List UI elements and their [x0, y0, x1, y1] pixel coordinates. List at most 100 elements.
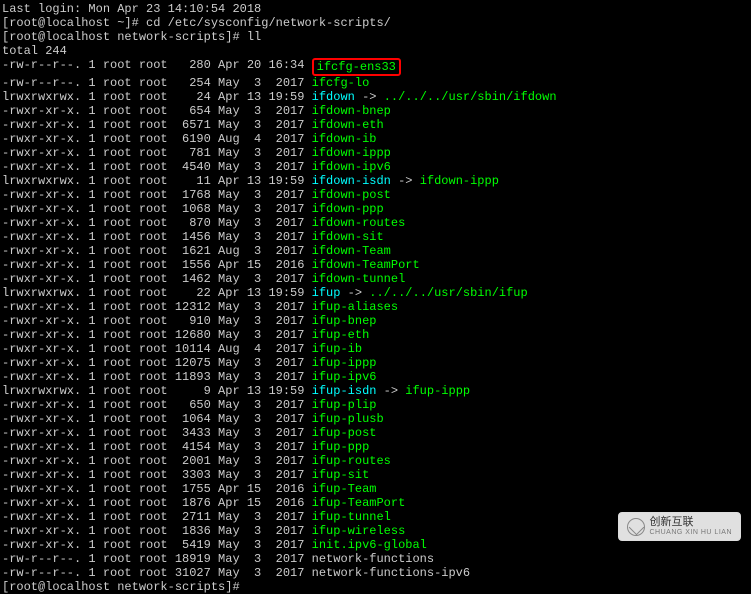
file-name: ifdown-ipv6 — [312, 160, 391, 174]
file-name: ifup-ippp — [312, 356, 377, 370]
file-row: -rwxr-xr-x. 1 root root 1462 May 3 2017 … — [2, 272, 749, 286]
logo-text-en: CHUANG XIN HU LIAN — [649, 529, 732, 536]
file-name: ifdown-ippp — [312, 146, 391, 160]
file-meta: -rwxr-xr-x. 1 root root 1768 May 3 2017 — [2, 188, 312, 202]
file-name: ifdown-eth — [312, 118, 384, 132]
file-name: ifup-Team — [312, 482, 377, 496]
logo-text-cn: 创新互联 — [649, 517, 732, 529]
file-meta: -rwxr-xr-x. 1 root root 3303 May 3 2017 — [2, 468, 312, 482]
file-row: -rwxr-xr-x. 1 root root 654 May 3 2017 i… — [2, 104, 749, 118]
file-meta: -rwxr-xr-x. 1 root root 1556 Apr 15 2016 — [2, 258, 312, 272]
file-row: -rwxr-xr-x. 1 root root 1456 May 3 2017 … — [2, 230, 749, 244]
file-name: ifup-sit — [312, 468, 370, 482]
file-listing: -rw-r--r--. 1 root root 280 Apr 20 16:34… — [2, 58, 749, 580]
file-meta: lrwxrwxrwx. 1 root root 22 Apr 13 19:59 — [2, 286, 312, 300]
symlink-arrow: -> — [376, 384, 405, 398]
file-meta: -rwxr-xr-x. 1 root root 6190 Aug 4 2017 — [2, 132, 312, 146]
file-row: -rwxr-xr-x. 1 root root 12075 May 3 2017… — [2, 356, 749, 370]
file-meta: -rwxr-xr-x. 1 root root 1068 May 3 2017 — [2, 202, 312, 216]
file-row: -rwxr-xr-x. 1 root root 2001 May 3 2017 … — [2, 454, 749, 468]
file-name: ifup-ipv6 — [312, 370, 377, 384]
file-row: -rwxr-xr-x. 1 root root 4154 May 3 2017 … — [2, 440, 749, 454]
file-name: ifdown-routes — [312, 216, 406, 230]
file-meta: -rwxr-xr-x. 1 root root 6571 May 3 2017 — [2, 118, 312, 132]
file-row: -rwxr-xr-x. 1 root root 781 May 3 2017 i… — [2, 146, 749, 160]
file-meta: -rwxr-xr-x. 1 root root 11893 May 3 2017 — [2, 370, 312, 384]
symlink-arrow: -> — [355, 90, 384, 104]
file-meta: -rwxr-xr-x. 1 root root 870 May 3 2017 — [2, 216, 312, 230]
file-name: network-functions-ipv6 — [312, 566, 470, 580]
file-row: lrwxrwxrwx. 1 root root 22 Apr 13 19:59 … — [2, 286, 749, 300]
file-row: -rwxr-xr-x. 1 root root 3433 May 3 2017 … — [2, 426, 749, 440]
file-row: -rwxr-xr-x. 1 root root 4540 May 3 2017 … — [2, 160, 749, 174]
file-name: ifdown-bnep — [312, 104, 391, 118]
file-row: lrwxrwxrwx. 1 root root 24 Apr 13 19:59 … — [2, 90, 749, 104]
file-meta: -rwxr-xr-x. 1 root root 5419 May 3 2017 — [2, 538, 312, 552]
file-row: -rwxr-xr-x. 1 root root 1755 Apr 15 2016… — [2, 482, 749, 496]
file-name: ifdown-sit — [312, 230, 384, 244]
file-meta: -rwxr-xr-x. 1 root root 1621 Aug 3 2017 — [2, 244, 312, 258]
file-meta: lrwxrwxrwx. 1 root root 11 Apr 13 19:59 — [2, 174, 312, 188]
file-name: ifdown-post — [312, 188, 391, 202]
file-row: -rwxr-xr-x. 1 root root 10114 Aug 4 2017… — [2, 342, 749, 356]
file-name: ifup-routes — [312, 454, 391, 468]
file-name: ifdown-Team — [312, 244, 391, 258]
file-row: -rwxr-xr-x. 1 root root 650 May 3 2017 i… — [2, 398, 749, 412]
file-meta: -rw-r--r--. 1 root root 18919 May 3 2017 — [2, 552, 312, 566]
file-row: -rw-r--r--. 1 root root 18919 May 3 2017… — [2, 552, 749, 566]
file-row: -rwxr-xr-x. 1 root root 1556 Apr 15 2016… — [2, 258, 749, 272]
file-row: -rwxr-xr-x. 1 root root 1068 May 3 2017 … — [2, 202, 749, 216]
watermark-logo: 创新互联 CHUANG XIN HU LIAN — [618, 512, 741, 541]
file-name: ifup-ppp — [312, 440, 370, 454]
file-row: -rwxr-xr-x. 1 root root 1876 Apr 15 2016… — [2, 496, 749, 510]
file-meta: -rwxr-xr-x. 1 root root 1755 Apr 15 2016 — [2, 482, 312, 496]
file-name: ifup-plusb — [312, 412, 384, 426]
file-meta: -rwxr-xr-x. 1 root root 1836 May 3 2017 — [2, 524, 312, 538]
total-line: total 244 — [2, 44, 749, 58]
file-name: ifup-eth — [312, 328, 370, 342]
file-row: -rw-r--r--. 1 root root 254 May 3 2017 i… — [2, 76, 749, 90]
file-name: ifcfg-ens33 — [312, 58, 401, 76]
file-row: -rwxr-xr-x. 1 root root 1768 May 3 2017 … — [2, 188, 749, 202]
file-meta: -rwxr-xr-x. 1 root root 1876 Apr 15 2016 — [2, 496, 312, 510]
file-name: ifup-isdn — [312, 384, 377, 398]
symlink-target: ../../../usr/sbin/ifup — [369, 286, 527, 300]
file-meta: -rwxr-xr-x. 1 root root 2711 May 3 2017 — [2, 510, 312, 524]
file-meta: -rwxr-xr-x. 1 root root 2001 May 3 2017 — [2, 454, 312, 468]
file-meta: -rwxr-xr-x. 1 root root 12075 May 3 2017 — [2, 356, 312, 370]
file-row: -rwxr-xr-x. 1 root root 1064 May 3 2017 … — [2, 412, 749, 426]
symlink-arrow: -> — [391, 174, 420, 188]
file-row: -rwxr-xr-x. 1 root root 6190 Aug 4 2017 … — [2, 132, 749, 146]
file-meta: -rwxr-xr-x. 1 root root 3433 May 3 2017 — [2, 426, 312, 440]
file-meta: -rwxr-xr-x. 1 root root 12312 May 3 2017 — [2, 300, 312, 314]
prompt-line-3[interactable]: [root@localhost network-scripts]# — [2, 580, 749, 594]
file-row: -rwxr-xr-x. 1 root root 3303 May 3 2017 … — [2, 468, 749, 482]
file-meta: -rwxr-xr-x. 1 root root 910 May 3 2017 — [2, 314, 312, 328]
file-meta: -rwxr-xr-x. 1 root root 4540 May 3 2017 — [2, 160, 312, 174]
file-name: ifup-plip — [312, 398, 377, 412]
logo-icon — [627, 518, 645, 536]
file-meta: -rwxr-xr-x. 1 root root 650 May 3 2017 — [2, 398, 312, 412]
login-line: Last login: Mon Apr 23 14:10:54 2018 — [2, 2, 749, 16]
file-name: ifcfg-lo — [312, 76, 370, 90]
file-name: ifup-post — [312, 426, 377, 440]
file-meta: -rw-r--r--. 1 root root 31027 May 3 2017 — [2, 566, 312, 580]
file-name: ifdown-TeamPort — [312, 258, 420, 272]
symlink-arrow: -> — [340, 286, 369, 300]
file-name: init.ipv6-global — [312, 538, 427, 552]
file-meta: -rwxr-xr-x. 1 root root 1462 May 3 2017 — [2, 272, 312, 286]
file-meta: -rwxr-xr-x. 1 root root 10114 Aug 4 2017 — [2, 342, 312, 356]
file-row: -rwxr-xr-x. 1 root root 1621 Aug 3 2017 … — [2, 244, 749, 258]
prompt-line-1: [root@localhost ~]# cd /etc/sysconfig/ne… — [2, 16, 749, 30]
symlink-target: ifdown-ippp — [420, 174, 499, 188]
file-meta: -rwxr-xr-x. 1 root root 1456 May 3 2017 — [2, 230, 312, 244]
file-name: ifup-bnep — [312, 314, 377, 328]
file-name: ifup-wireless — [312, 524, 406, 538]
file-row: -rwxr-xr-x. 1 root root 6571 May 3 2017 … — [2, 118, 749, 132]
file-name: ifup — [312, 286, 341, 300]
file-row: -rw-r--r--. 1 root root 31027 May 3 2017… — [2, 566, 749, 580]
file-name: ifdown — [312, 90, 355, 104]
file-meta: -rwxr-xr-x. 1 root root 12680 May 3 2017 — [2, 328, 312, 342]
file-name: ifdown-ib — [312, 132, 377, 146]
file-name: ifdown-tunnel — [312, 272, 406, 286]
